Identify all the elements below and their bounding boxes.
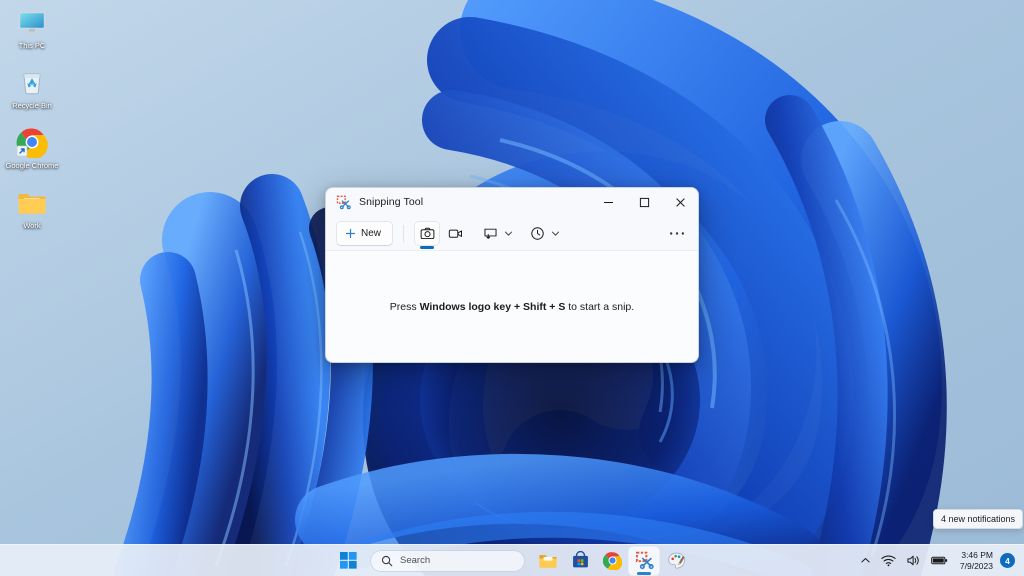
folder-icon [16, 186, 48, 218]
taskbar-item-file-explorer[interactable] [532, 546, 564, 576]
taskbar-item-microsoft-store[interactable] [564, 546, 596, 576]
titlebar-left: Snipping Tool [326, 195, 423, 210]
file-explorer-icon [538, 551, 558, 571]
battery-icon [931, 555, 948, 566]
search-input[interactable]: Search [370, 549, 525, 572]
clock-icon [530, 226, 545, 241]
snip-type-button[interactable] [479, 221, 501, 246]
taskbar[interactable]: Search 3:46 PM 7/9/2023 4 [0, 544, 1024, 576]
desktop-icon-label: Google Chrome [5, 161, 59, 170]
new-snip-button[interactable]: New [336, 220, 394, 246]
plus-icon [345, 228, 356, 239]
google-chrome-icon [602, 551, 622, 570]
hint-prefix: Press [389, 301, 420, 313]
snip-type-group [479, 221, 515, 246]
snip-hint-text: Press Windows logo key + Shift + S to st… [390, 301, 634, 313]
rectangle-snip-icon [483, 226, 498, 241]
microsoft-store-icon [571, 551, 590, 570]
desktop-icon-work-folder[interactable]: Work [1, 186, 63, 230]
delay-button[interactable] [526, 221, 548, 246]
more-options-button[interactable] [664, 221, 690, 246]
ellipsis-icon [669, 231, 685, 236]
clock-date-button[interactable]: 3:46 PM 7/9/2023 [953, 548, 1000, 574]
snipping-tool-icon [336, 195, 351, 210]
google-chrome-icon [16, 126, 48, 158]
desktop-icon-recycle-bin[interactable]: Recycle Bin [1, 66, 63, 110]
recycle-bin-icon [16, 66, 48, 98]
snapshot-mode-button[interactable] [414, 220, 441, 249]
desktop-icon-list: This PC Recycle Bin Google Chrome Work [0, 6, 64, 246]
taskbar-item-google-chrome[interactable] [596, 546, 628, 576]
camera-icon [420, 226, 435, 241]
desktop-icon-label: Recycle Bin [12, 101, 52, 110]
search-placeholder: Search [400, 555, 431, 566]
snipping-tool-window[interactable]: Snipping Tool New Press Windows logo key… [325, 187, 699, 363]
close-button[interactable] [662, 188, 698, 216]
taskbar-item-paint[interactable] [660, 546, 692, 576]
notification-badge[interactable]: 4 [1000, 553, 1015, 568]
running-indicator [637, 572, 651, 575]
taskbar-center-group: Search [332, 545, 692, 576]
wifi-icon [881, 554, 896, 567]
delay-chevron[interactable] [548, 221, 562, 246]
snip-type-chevron[interactable] [501, 221, 515, 246]
record-mode-button[interactable] [442, 221, 468, 246]
hint-suffix: to start a snip. [565, 301, 635, 313]
window-title: Snipping Tool [359, 196, 424, 208]
desktop[interactable]: This PC Recycle Bin Google Chrome Work S… [0, 0, 1024, 576]
chevron-up-icon [860, 555, 871, 566]
notifications-tooltip: 4 new notifications [933, 509, 1024, 529]
volume-button[interactable] [901, 548, 926, 574]
window-controls [590, 188, 698, 216]
show-hidden-icons-button[interactable] [855, 548, 876, 574]
desktop-icon-label: This PC [18, 41, 46, 50]
search-icon [381, 555, 393, 567]
snipping-tool-icon [635, 551, 654, 570]
system-tray: 3:46 PM 7/9/2023 4 [855, 545, 1020, 576]
selected-mode-indicator [420, 246, 435, 249]
desktop-icon-google-chrome[interactable]: Google Chrome [1, 126, 63, 170]
shortcut-arrow-badge [16, 145, 28, 157]
desktop-icon-label: Work [23, 221, 41, 230]
window-titlebar[interactable]: Snipping Tool [326, 188, 698, 216]
new-snip-label: New [361, 227, 382, 239]
paint-icon [667, 551, 686, 570]
delay-group [526, 221, 562, 246]
clock-time: 3:46 PM [961, 549, 993, 560]
desktop-icon-this-pc[interactable]: This PC [1, 6, 63, 50]
window-toolbar: New [326, 216, 698, 250]
capture-mode-group [414, 220, 468, 249]
speaker-icon [906, 554, 921, 567]
toolbar-divider [403, 224, 405, 242]
battery-button[interactable] [926, 548, 953, 574]
taskbar-item-snipping-tool[interactable] [628, 545, 660, 576]
start-button[interactable] [332, 546, 364, 576]
windows-logo-icon [339, 552, 357, 569]
hint-shortcut: Windows logo key + Shift + S [419, 301, 566, 313]
network-button[interactable] [876, 548, 901, 574]
clock-date: 7/9/2023 [959, 560, 993, 571]
window-content-area: Press Windows logo key + Shift + S to st… [326, 250, 698, 362]
maximize-button[interactable] [626, 188, 662, 216]
this-pc-icon [16, 6, 48, 38]
video-camera-icon [448, 226, 463, 241]
minimize-button[interactable] [590, 188, 626, 216]
